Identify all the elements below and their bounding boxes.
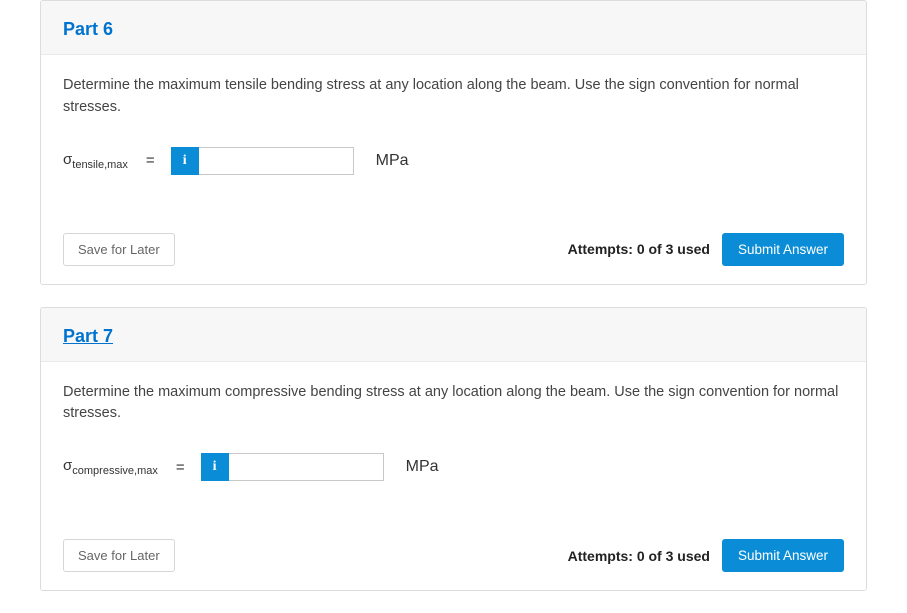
part-header: Part 6 [41, 1, 866, 55]
answer-input[interactable] [199, 147, 354, 175]
info-icon[interactable]: i [171, 147, 199, 175]
submit-answer-button[interactable]: Submit Answer [722, 539, 844, 572]
footer-row: Save for Later Attempts: 0 of 3 used Sub… [63, 539, 844, 572]
unit-label: MPa [406, 458, 439, 476]
part-card-7: Part 7 Determine the maximum compressive… [40, 307, 867, 592]
equals-sign: = [176, 459, 185, 476]
answer-input-row: σtensile,max = i MPa [63, 147, 844, 175]
variable-label: σcompressive,max [63, 457, 158, 477]
answer-input-row: σcompressive,max = i MPa [63, 453, 844, 481]
question-text: Determine the maximum tensile bending st… [63, 75, 844, 119]
question-text: Determine the maximum compressive bendin… [63, 382, 844, 426]
part-title[interactable]: Part 7 [63, 326, 844, 347]
right-actions: Attempts: 0 of 3 used Submit Answer [568, 233, 844, 266]
info-icon[interactable]: i [201, 453, 229, 481]
equals-sign: = [146, 152, 155, 169]
input-wrap: i [201, 453, 384, 481]
variable-label: σtensile,max [63, 151, 128, 171]
save-for-later-button[interactable]: Save for Later [63, 539, 175, 572]
unit-label: MPa [376, 152, 409, 170]
footer-row: Save for Later Attempts: 0 of 3 used Sub… [63, 233, 844, 266]
attempts-text: Attempts: 0 of 3 used [568, 241, 710, 257]
part-body: Determine the maximum tensile bending st… [41, 55, 866, 284]
part-card-6: Part 6 Determine the maximum tensile ben… [40, 0, 867, 285]
answer-input[interactable] [229, 453, 384, 481]
attempts-text: Attempts: 0 of 3 used [568, 548, 710, 564]
right-actions: Attempts: 0 of 3 used Submit Answer [568, 539, 844, 572]
part-header: Part 7 [41, 308, 866, 362]
part-title: Part 6 [63, 19, 844, 40]
save-for-later-button[interactable]: Save for Later [63, 233, 175, 266]
submit-answer-button[interactable]: Submit Answer [722, 233, 844, 266]
input-wrap: i [171, 147, 354, 175]
part-body: Determine the maximum compressive bendin… [41, 362, 866, 591]
